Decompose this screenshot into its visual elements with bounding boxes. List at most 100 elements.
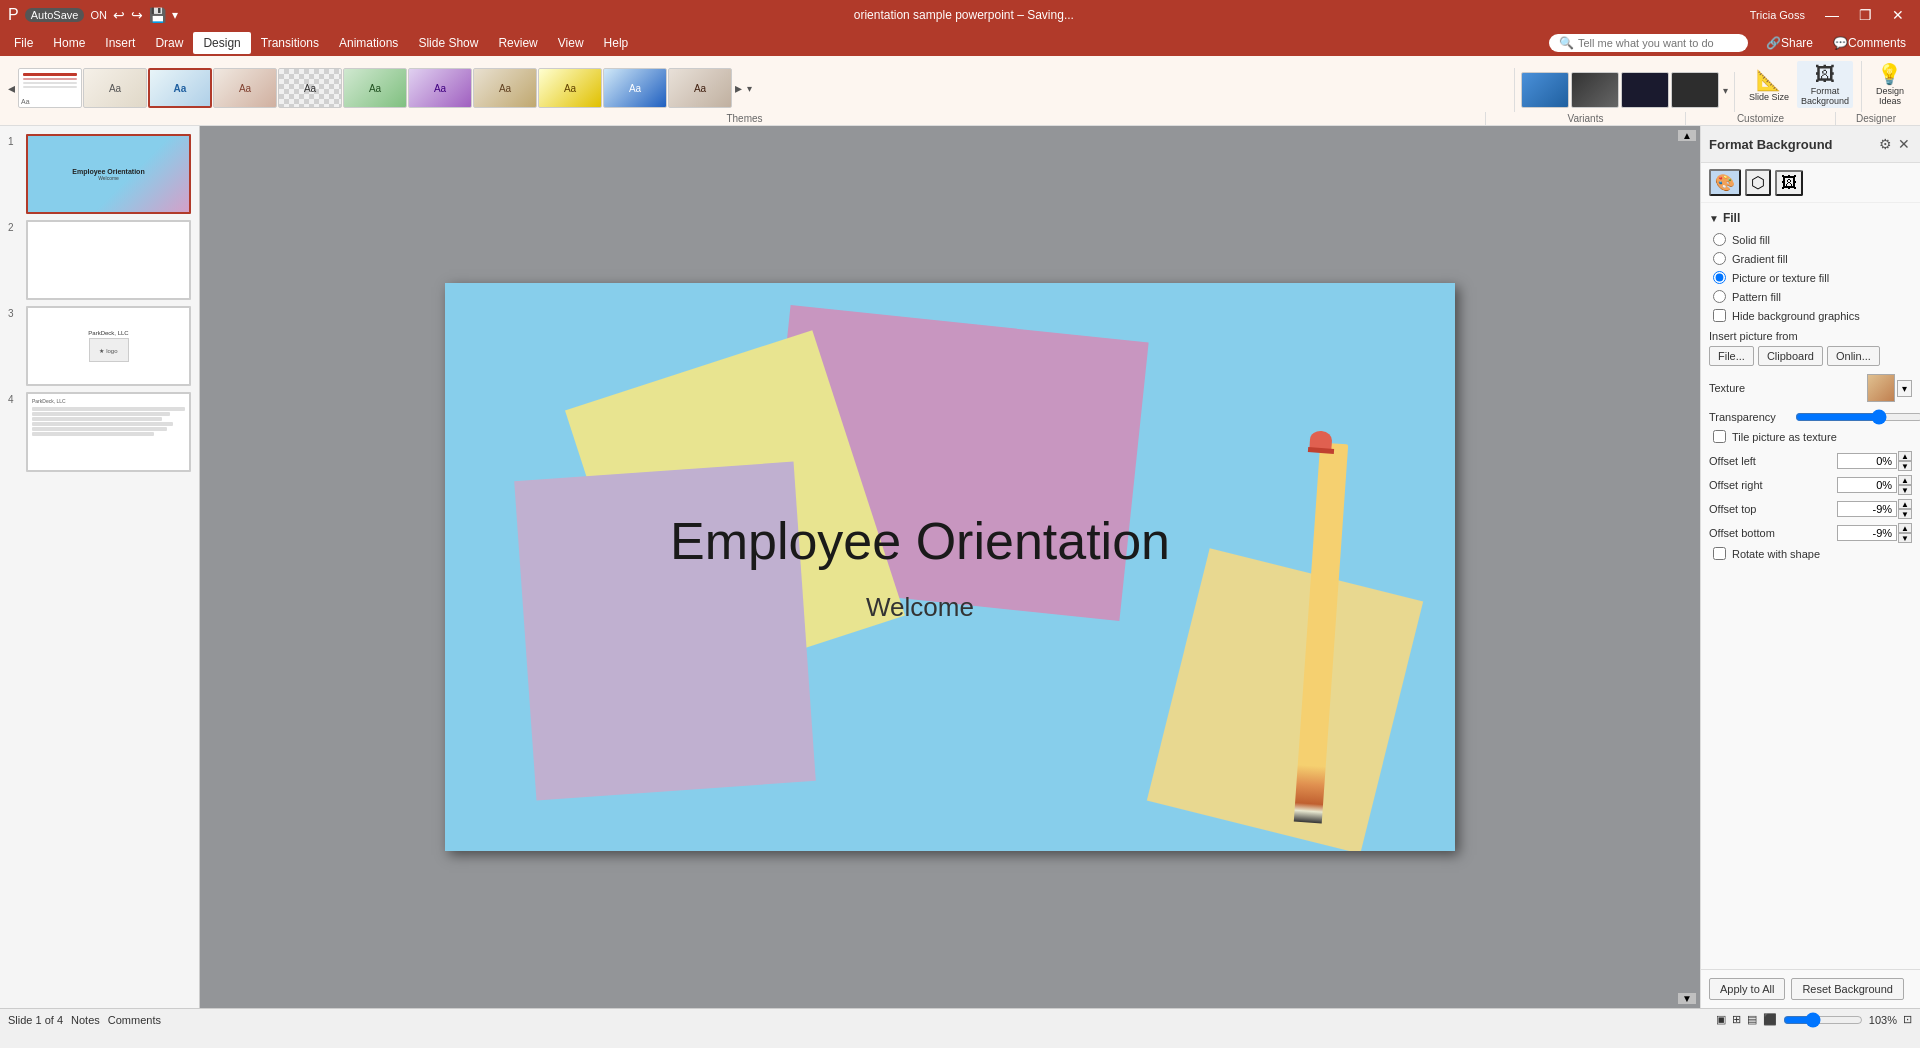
rotate-shape-checkbox[interactable] [1713, 547, 1726, 560]
variant-1[interactable] [1521, 72, 1569, 108]
tile-picture-checkbox[interactable] [1713, 430, 1726, 443]
format-background-ribbon-button[interactable]: 🖼 FormatBackground [1797, 61, 1853, 108]
slide-item-4[interactable]: 4 ParkDeck, LLC [8, 392, 191, 472]
slide-content[interactable]: Employee Orientation Welcome [620, 510, 1220, 623]
variant-3[interactable] [1621, 72, 1669, 108]
slide-thumb-4[interactable]: ParkDeck, LLC [26, 392, 191, 472]
notes-button[interactable]: Notes [71, 1014, 100, 1026]
menu-help[interactable]: Help [594, 32, 639, 54]
picture-fill-radio[interactable] [1713, 271, 1726, 284]
menu-insert[interactable]: Insert [95, 32, 145, 54]
offset-left-input[interactable]: 0% [1837, 453, 1897, 469]
solid-fill-option[interactable]: Solid fill [1709, 233, 1912, 246]
texture-dropdown[interactable]: ▾ [1897, 380, 1912, 397]
variant-2[interactable] [1571, 72, 1619, 108]
share-button[interactable]: 🔗 Share [1756, 32, 1823, 54]
theme-2[interactable]: Aa [83, 68, 147, 108]
reset-background-button[interactable]: Reset Background [1791, 978, 1904, 1000]
hide-background-checkbox[interactable] [1713, 309, 1726, 322]
theme-8[interactable]: Aa [473, 68, 537, 108]
offset-left-down[interactable]: ▼ [1898, 461, 1912, 471]
canvas-scroll-up[interactable]: ▲ [1678, 130, 1696, 141]
slide-thumb-3[interactable]: ParkDeck, LLC ★ logo [26, 306, 191, 386]
theme-10[interactable]: Aa [603, 68, 667, 108]
pattern-fill-option[interactable]: Pattern fill [1709, 290, 1912, 303]
gradient-fill-option[interactable]: Gradient fill [1709, 252, 1912, 265]
fill-effects-icon[interactable]: ⬡ [1745, 169, 1771, 196]
save-icon[interactable]: 💾 [149, 7, 166, 23]
picture-fill-option[interactable]: Picture or texture fill [1709, 271, 1912, 284]
offset-top-up[interactable]: ▲ [1898, 499, 1912, 509]
slide-canvas[interactable]: Employee Orientation Welcome [445, 283, 1455, 851]
offset-bottom-up[interactable]: ▲ [1898, 523, 1912, 533]
offset-right-input[interactable]: 0% [1837, 477, 1897, 493]
theme-6[interactable]: Aa [343, 68, 407, 108]
slide-thumb-2[interactable] [26, 220, 191, 300]
canvas-scroll-down[interactable]: ▼ [1678, 993, 1696, 1004]
fit-button[interactable]: ⊡ [1903, 1013, 1912, 1026]
apply-to-all-button[interactable]: Apply to All [1709, 978, 1785, 1000]
theme-5[interactable]: Aa [278, 68, 342, 108]
fill-paint-icon[interactable]: 🎨 [1709, 169, 1741, 196]
offset-bottom-down[interactable]: ▼ [1898, 533, 1912, 543]
clipboard-button[interactable]: Clipboard [1758, 346, 1823, 366]
texture-preview[interactable] [1867, 374, 1895, 402]
slide-thumb-1[interactable]: Employee Orientation Welcome [26, 134, 191, 214]
theme-7[interactable]: Aa [408, 68, 472, 108]
design-ideas-button[interactable]: 💡 DesignIdeas [1872, 60, 1908, 108]
zoom-slider[interactable] [1783, 1012, 1863, 1028]
format-bg-close-button[interactable]: ✕ [1896, 134, 1912, 154]
fill-picture-icon[interactable]: 🖼 [1775, 170, 1803, 196]
transparency-slider[interactable] [1795, 410, 1920, 424]
gradient-fill-radio[interactable] [1713, 252, 1726, 265]
solid-fill-radio[interactable] [1713, 233, 1726, 246]
offset-right-down[interactable]: ▼ [1898, 485, 1912, 495]
present-button[interactable]: ⬛ [1763, 1013, 1777, 1026]
variant-4[interactable] [1671, 72, 1719, 108]
offset-top-down[interactable]: ▼ [1898, 509, 1912, 519]
theme-11[interactable]: Aa [668, 68, 732, 108]
slide-item-1[interactable]: 1 Employee Orientation Welcome [8, 134, 191, 214]
fill-section-header[interactable]: ▼ Fill [1709, 211, 1912, 225]
slide-sorter-button[interactable]: ⊞ [1732, 1013, 1741, 1026]
theme-ideas-design[interactable]: Aa [148, 68, 212, 108]
normal-view-button[interactable]: ▣ [1716, 1013, 1726, 1026]
offset-left-up[interactable]: ▲ [1898, 451, 1912, 461]
menu-file[interactable]: File [4, 32, 43, 54]
theme-office[interactable]: Aa [18, 68, 82, 108]
undo-icon[interactable]: ↩ [113, 7, 125, 23]
comments-button[interactable]: 💬 Comments [1823, 32, 1916, 54]
reading-view-button[interactable]: ▤ [1747, 1013, 1757, 1026]
menu-design[interactable]: Design [193, 32, 250, 54]
comments-status-button[interactable]: Comments [108, 1014, 161, 1026]
menu-review[interactable]: Review [488, 32, 547, 54]
theme-4[interactable]: Aa [213, 68, 277, 108]
file-button[interactable]: File... [1709, 346, 1754, 366]
themes-more-arrow[interactable]: ▾ [745, 83, 754, 94]
theme-9[interactable]: Aa [538, 68, 602, 108]
redo-icon[interactable]: ↪ [131, 7, 143, 23]
offset-top-input[interactable]: -9% [1837, 501, 1897, 517]
menu-transitions[interactable]: Transitions [251, 32, 329, 54]
slide-item-3[interactable]: 3 ParkDeck, LLC ★ logo [8, 306, 191, 386]
minimize-button[interactable]: — [1817, 5, 1847, 25]
autosave-toggle[interactable]: AutoSave [25, 8, 85, 22]
search-input[interactable] [1578, 37, 1738, 49]
online-button[interactable]: Onlin... [1827, 346, 1880, 366]
rotate-shape-option[interactable]: Rotate with shape [1709, 547, 1912, 560]
menu-draw[interactable]: Draw [145, 32, 193, 54]
variants-more-arrow[interactable]: ▾ [1721, 85, 1730, 96]
menu-animations[interactable]: Animations [329, 32, 408, 54]
themes-scroll-left[interactable]: ◂ [6, 78, 17, 98]
format-bg-settings-icon[interactable]: ⚙ [1877, 134, 1894, 154]
menu-home[interactable]: Home [43, 32, 95, 54]
pattern-fill-radio[interactable] [1713, 290, 1726, 303]
close-button[interactable]: ✕ [1884, 5, 1912, 25]
offset-right-up[interactable]: ▲ [1898, 475, 1912, 485]
offset-bottom-input[interactable]: -9% [1837, 525, 1897, 541]
slide-size-button[interactable]: 📐 Slide Size [1745, 66, 1793, 104]
hide-background-option[interactable]: Hide background graphics [1709, 309, 1912, 322]
menu-slideshow[interactable]: Slide Show [408, 32, 488, 54]
tile-picture-option[interactable]: Tile picture as texture [1709, 430, 1912, 443]
themes-scroll-right[interactable]: ▸ [733, 78, 744, 98]
